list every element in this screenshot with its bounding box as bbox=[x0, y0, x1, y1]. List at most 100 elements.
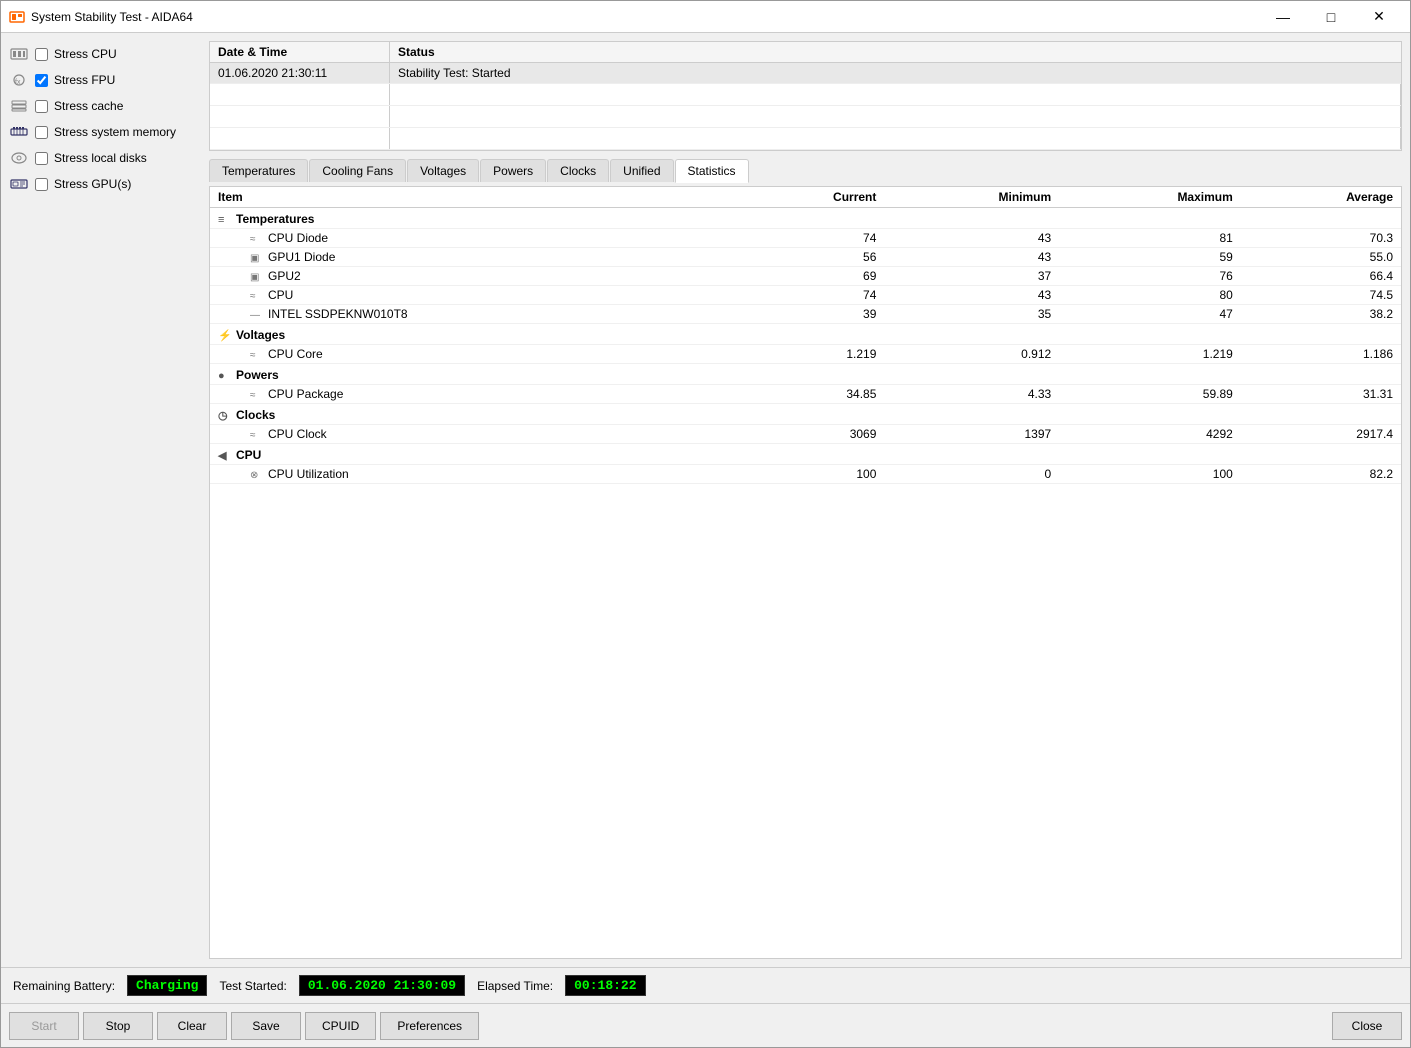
cell-maximum: 47 bbox=[1059, 305, 1241, 324]
svg-text:fx: fx bbox=[15, 79, 21, 86]
titlebar: System Stability Test - AIDA64 — □ ✕ bbox=[1, 1, 1410, 33]
cell-minimum: 35 bbox=[884, 305, 1059, 324]
table-row: ▣GPU269377666.4 bbox=[210, 267, 1401, 286]
cell-maximum: 80 bbox=[1059, 286, 1241, 305]
stress-cpu-label: Stress CPU bbox=[54, 47, 117, 61]
stress-gpus-checkbox[interactable] bbox=[35, 178, 48, 191]
log-table-header: Date & Time Status bbox=[210, 42, 1401, 63]
stress-cache-label: Stress cache bbox=[54, 99, 123, 113]
cpuid-button[interactable]: CPUID bbox=[305, 1012, 376, 1040]
stats-panel[interactable]: Item Current Minimum Maximum Average ≡Te… bbox=[209, 186, 1402, 959]
battery-value: Charging bbox=[127, 975, 207, 996]
stress-memory-checkbox[interactable] bbox=[35, 126, 48, 139]
window-controls: — □ ✕ bbox=[1260, 1, 1402, 33]
stats-category-row: ◀CPU bbox=[210, 444, 1401, 465]
start-button[interactable]: Start bbox=[9, 1012, 79, 1040]
stress-fpu-checkbox[interactable] bbox=[35, 74, 48, 87]
cell-current: 74 bbox=[733, 229, 884, 248]
gpu-stress-icon bbox=[9, 176, 29, 192]
table-row: ⊗CPU Utilization100010082.2 bbox=[210, 465, 1401, 484]
close-button[interactable]: Close bbox=[1332, 1012, 1402, 1040]
stress-memory-label: Stress system memory bbox=[54, 125, 176, 139]
cell-maximum: 4292 bbox=[1059, 425, 1241, 444]
cell-average: 82.2 bbox=[1241, 465, 1401, 484]
main-window: System Stability Test - AIDA64 — □ ✕ bbox=[0, 0, 1411, 1048]
stress-disks-label: Stress local disks bbox=[54, 151, 147, 165]
right-panel: Date & Time Status 01.06.2020 21:30:11 S… bbox=[201, 33, 1410, 967]
stats-category-row: ⚡Voltages bbox=[210, 324, 1401, 345]
table-row: ≈CPU74438074.5 bbox=[210, 286, 1401, 305]
window-close-button[interactable]: ✕ bbox=[1356, 1, 1402, 33]
disk-stress-icon bbox=[9, 150, 29, 166]
table-row: ≈CPU Package34.854.3359.8931.31 bbox=[210, 385, 1401, 404]
cell-current: 34.85 bbox=[733, 385, 884, 404]
cell-minimum: 37 bbox=[884, 267, 1059, 286]
log-row-0: 01.06.2020 21:30:11 Stability Test: Star… bbox=[210, 63, 1401, 84]
col-minimum: Minimum bbox=[884, 187, 1059, 208]
tab-powers[interactable]: Powers bbox=[480, 159, 546, 182]
button-bar: Start Stop Clear Save CPUID Preferences … bbox=[1, 1003, 1410, 1047]
status-bar: Remaining Battery: Charging Test Started… bbox=[1, 967, 1410, 1003]
window-title: System Stability Test - AIDA64 bbox=[31, 10, 1260, 24]
cell-minimum: 4.33 bbox=[884, 385, 1059, 404]
cell-minimum: 43 bbox=[884, 248, 1059, 267]
cell-current: 69 bbox=[733, 267, 884, 286]
save-button[interactable]: Save bbox=[231, 1012, 301, 1040]
cell-average: 38.2 bbox=[1241, 305, 1401, 324]
preferences-button[interactable]: Preferences bbox=[380, 1012, 479, 1040]
stress-options-panel: Stress CPU fx Stress FPU bbox=[1, 33, 201, 967]
log-empty-3 bbox=[210, 128, 1401, 150]
test-started-value: 01.06.2020 21:30:09 bbox=[299, 975, 465, 996]
cell-maximum: 81 bbox=[1059, 229, 1241, 248]
log-status-header: Status bbox=[390, 42, 1401, 62]
main-content: Stress CPU fx Stress FPU bbox=[1, 33, 1410, 967]
cell-current: 39 bbox=[733, 305, 884, 324]
cell-average: 70.3 bbox=[1241, 229, 1401, 248]
stress-fpu-label: Stress FPU bbox=[54, 73, 115, 87]
cell-minimum: 1397 bbox=[884, 425, 1059, 444]
cell-minimum: 0 bbox=[884, 465, 1059, 484]
cpu-stress-icon bbox=[9, 46, 29, 62]
tab-statistics[interactable]: Statistics bbox=[675, 159, 749, 183]
cell-minimum: 0.912 bbox=[884, 345, 1059, 364]
table-row: ≈CPU Diode74438170.3 bbox=[210, 229, 1401, 248]
cell-minimum: 43 bbox=[884, 229, 1059, 248]
log-empty-2 bbox=[210, 106, 1401, 128]
tab-voltages[interactable]: Voltages bbox=[407, 159, 479, 182]
cell-current: 100 bbox=[733, 465, 884, 484]
cell-current: 56 bbox=[733, 248, 884, 267]
cell-maximum: 1.219 bbox=[1059, 345, 1241, 364]
col-average: Average bbox=[1241, 187, 1401, 208]
log-empty-1 bbox=[210, 84, 1401, 106]
cell-maximum: 100 bbox=[1059, 465, 1241, 484]
cell-current: 3069 bbox=[733, 425, 884, 444]
cell-current: 1.219 bbox=[733, 345, 884, 364]
stress-cache-item: Stress cache bbox=[1, 93, 201, 119]
cell-maximum: 59.89 bbox=[1059, 385, 1241, 404]
maximize-button[interactable]: □ bbox=[1308, 1, 1354, 33]
stress-cache-checkbox[interactable] bbox=[35, 100, 48, 113]
stress-cpu-checkbox[interactable] bbox=[35, 48, 48, 61]
fpu-stress-icon: fx bbox=[9, 72, 29, 88]
stop-button[interactable]: Stop bbox=[83, 1012, 153, 1040]
stress-gpus-item: Stress GPU(s) bbox=[1, 171, 201, 197]
table-row: ▣GPU1 Diode56435955.0 bbox=[210, 248, 1401, 267]
tab-clocks[interactable]: Clocks bbox=[547, 159, 609, 182]
tab-cooling-fans[interactable]: Cooling Fans bbox=[309, 159, 406, 182]
elapsed-time-value: 00:18:22 bbox=[565, 975, 645, 996]
log-datetime-header: Date & Time bbox=[210, 42, 390, 62]
tab-temperatures[interactable]: Temperatures bbox=[209, 159, 308, 182]
cell-average: 1.186 bbox=[1241, 345, 1401, 364]
cell-average: 74.5 bbox=[1241, 286, 1401, 305]
test-started-label: Test Started: bbox=[219, 979, 286, 993]
minimize-button[interactable]: — bbox=[1260, 1, 1306, 33]
stress-fpu-item: fx Stress FPU bbox=[1, 67, 201, 93]
stress-memory-item: Stress system memory bbox=[1, 119, 201, 145]
log-datetime-0: 01.06.2020 21:30:11 bbox=[210, 63, 390, 83]
battery-remaining-label: Remaining Battery: bbox=[13, 979, 115, 993]
table-row: —INTEL SSDPEKNW010T839354738.2 bbox=[210, 305, 1401, 324]
clear-button[interactable]: Clear bbox=[157, 1012, 227, 1040]
tab-unified[interactable]: Unified bbox=[610, 159, 673, 182]
stress-disks-checkbox[interactable] bbox=[35, 152, 48, 165]
cell-minimum: 43 bbox=[884, 286, 1059, 305]
